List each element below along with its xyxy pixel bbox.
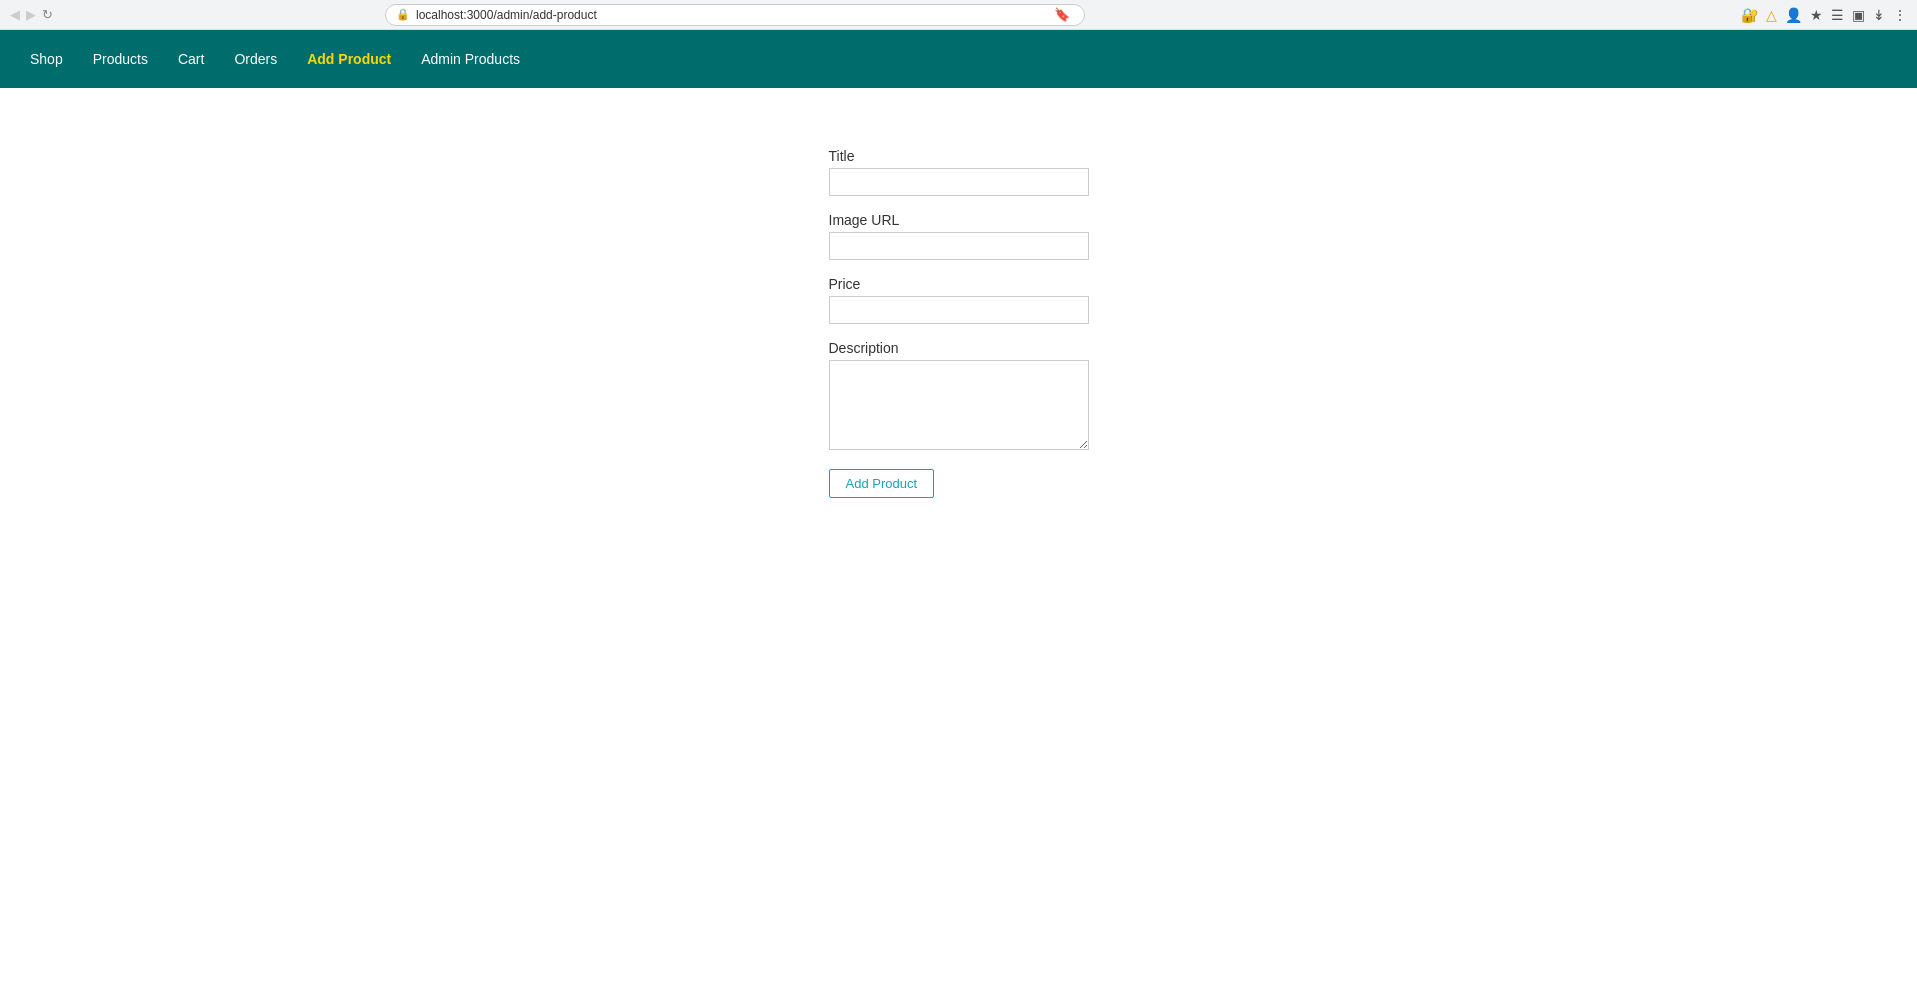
add-product-button[interactable]: Add Product <box>829 469 935 498</box>
title-input[interactable] <box>829 168 1089 196</box>
menu-list-icon[interactable]: ☰ <box>1831 7 1844 23</box>
download-icon[interactable]: ↡ <box>1873 7 1885 23</box>
image-url-input[interactable] <box>829 232 1089 260</box>
nav-orders[interactable]: Orders <box>234 51 277 67</box>
price-group: Price <box>829 276 1089 324</box>
back-icon[interactable]: ◀ <box>10 7 20 22</box>
image-url-label: Image URL <box>829 212 1089 228</box>
add-product-form: Title Image URL Price Description Add Pr… <box>829 148 1089 498</box>
browser-right-icons: 🔐 △ 👤 ★ ☰ ▣ ↡ ⋮ <box>1741 7 1907 23</box>
nav-cart[interactable]: Cart <box>178 51 204 67</box>
profile-icon[interactable]: 👤 <box>1785 7 1802 23</box>
warning-icon: △ <box>1766 7 1777 23</box>
nav-products[interactable]: Products <box>93 51 148 67</box>
window-icon[interactable]: ▣ <box>1852 7 1865 23</box>
main-content: Title Image URL Price Description Add Pr… <box>0 88 1917 498</box>
nav-admin-products[interactable]: Admin Products <box>421 51 520 67</box>
lock-icon: 🔒 <box>396 8 410 21</box>
browser-nav-icons: ◀ ▶ ↻ <box>10 7 53 22</box>
url-text: localhost:3000/admin/add-product <box>416 8 597 22</box>
description-label: Description <box>829 340 1089 356</box>
forward-icon[interactable]: ▶ <box>26 7 36 22</box>
address-bar[interactable]: 🔒 localhost:3000/admin/add-product 🔖 <box>385 4 1085 26</box>
reload-icon[interactable]: ↻ <box>42 7 53 22</box>
more-menu-icon[interactable]: ⋮ <box>1893 7 1907 23</box>
price-input[interactable] <box>829 296 1089 324</box>
description-input[interactable] <box>829 360 1089 450</box>
image-url-group: Image URL <box>829 212 1089 260</box>
nav-shop[interactable]: Shop <box>30 51 63 67</box>
nav-add-product[interactable]: Add Product <box>307 51 391 67</box>
navbar: Shop Products Cart Orders Add Product Ad… <box>0 30 1917 88</box>
price-label: Price <box>829 276 1089 292</box>
extensions-icon[interactable]: 🔐 <box>1741 7 1758 23</box>
title-group: Title <box>829 148 1089 196</box>
star-icon[interactable]: ★ <box>1810 7 1823 23</box>
title-label: Title <box>829 148 1089 164</box>
bookmark-icon[interactable]: 🔖 <box>1054 7 1070 22</box>
browser-chrome: ◀ ▶ ↻ 🔒 localhost:3000/admin/add-product… <box>0 0 1917 30</box>
description-group: Description <box>829 340 1089 453</box>
